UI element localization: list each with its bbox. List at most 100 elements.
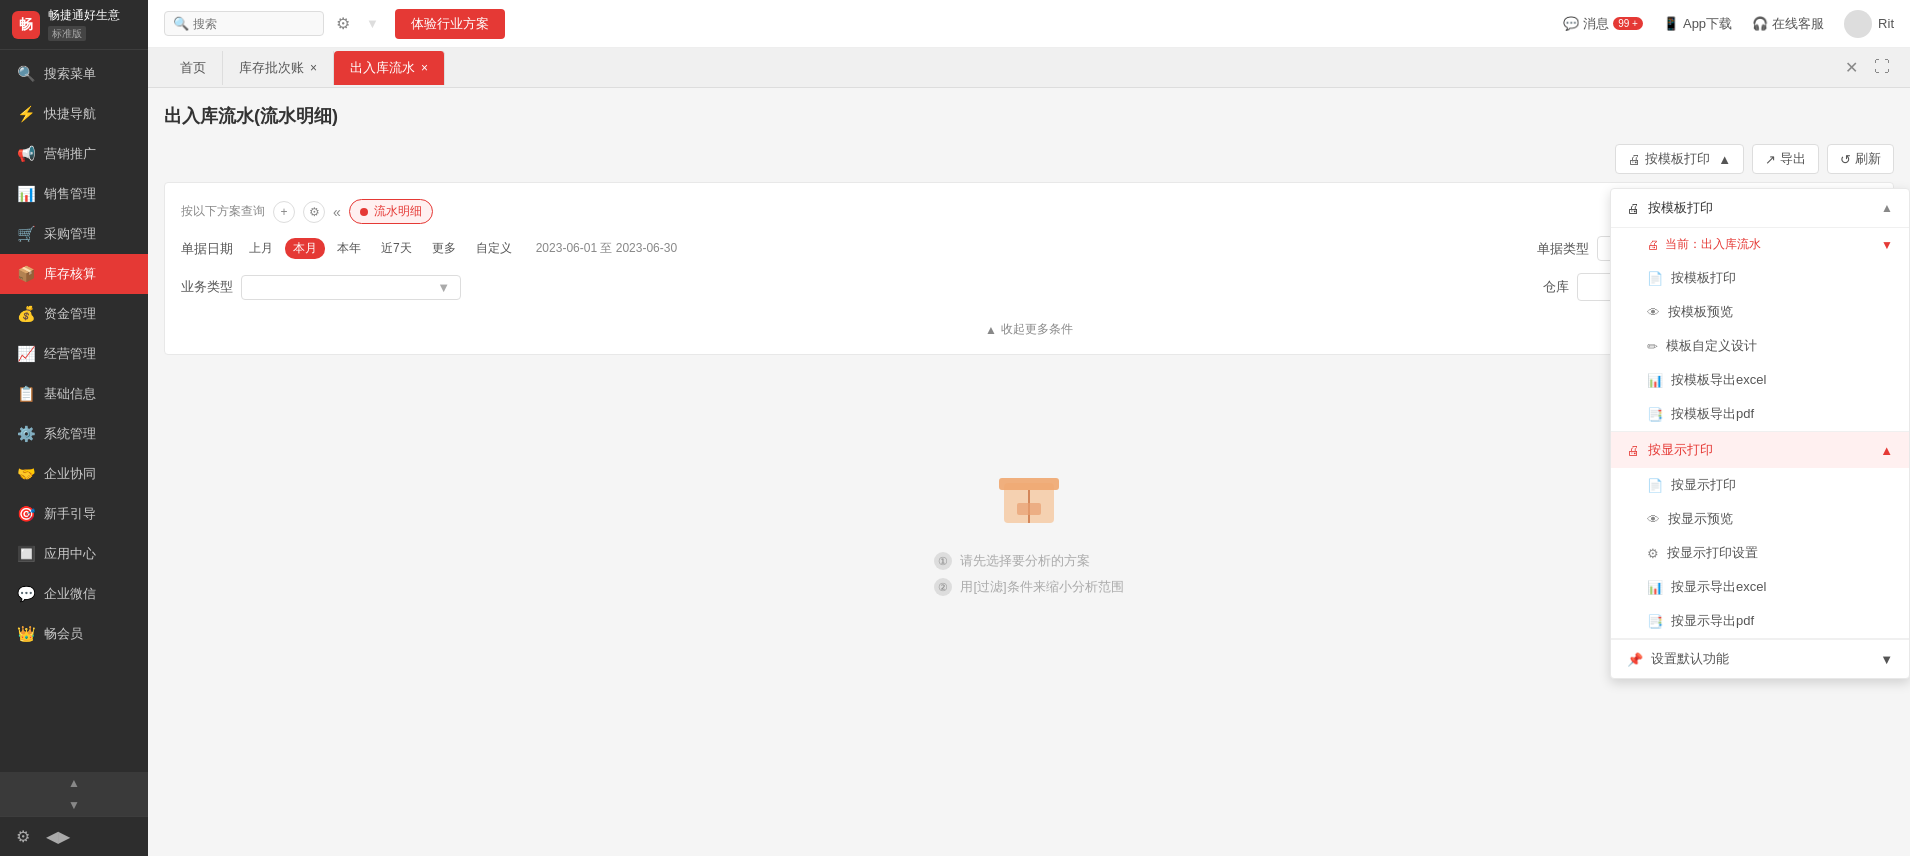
template-print-section: 📄 按模板打印 👁 按模板预览 ✏ 模板自定义设计 📊 按模板导出excel 📑	[1611, 261, 1909, 432]
filter-label: 按以下方案查询	[181, 203, 265, 220]
chevron-down-icon2: ▼	[437, 280, 450, 295]
sidebar-scroll-down[interactable]: ▼	[0, 794, 148, 816]
business-type-filter: 业务类型 ▼	[181, 275, 461, 300]
sidebar-item-quick-nav[interactable]: ⚡快捷导航	[0, 94, 148, 134]
dropdown-template-preview[interactable]: 👁 按模板预览	[1611, 295, 1909, 329]
gear-icon[interactable]: ⚙	[336, 14, 350, 33]
collapse-sidebar-icon[interactable]: ◀▶	[46, 827, 70, 846]
dropdown-display-export-pdf[interactable]: 📑 按显示导出pdf	[1611, 604, 1909, 638]
section-arrow-up: ▲	[1880, 443, 1893, 458]
date-range: 2023-06-01 至 2023-06-30	[536, 240, 677, 257]
sidebar-item-finance[interactable]: 💰资金管理	[0, 294, 148, 334]
tab-home[interactable]: 首页	[164, 51, 223, 85]
date-filter: 单据日期 上月本月本年近7天更多自定义 2023-06-01 至 2023-06…	[181, 238, 677, 259]
empty-illustration	[989, 453, 1069, 536]
close-all-tabs-icon[interactable]: ✕	[1841, 54, 1862, 81]
sidebar-item-member[interactable]: 👑畅会员	[0, 614, 148, 654]
main-area: 🔍 ⚙ ▼ 体验行业方案 💬 消息 99 + 📱 App下载 🎧 在线客服 Ri…	[148, 0, 1910, 856]
online-service-label: 在线客服	[1772, 15, 1824, 33]
sidebar-item-sales[interactable]: 📊 销售管理	[0, 174, 148, 214]
app-download-label: App下载	[1683, 15, 1732, 33]
app-download-btn[interactable]: 📱 App下载	[1663, 15, 1732, 33]
sidebar-item-label: 经营管理	[44, 345, 96, 363]
filter-tag[interactable]: 流水明细	[349, 199, 433, 224]
business-type-select[interactable]: ▼	[241, 275, 461, 300]
current-arrow: ▼	[1881, 238, 1893, 252]
maximize-icon[interactable]: ⛶	[1870, 54, 1894, 81]
template-print-button[interactable]: 🖨 按模板打印 ▲	[1615, 144, 1744, 174]
sidebar-item-label: 快捷导航	[44, 105, 96, 123]
online-service-btn[interactable]: 🎧 在线客服	[1752, 15, 1824, 33]
dropdown-template-print[interactable]: 📄 按模板打印	[1611, 261, 1909, 295]
header-right: 💬 消息 99 + 📱 App下载 🎧 在线客服 Rit	[1563, 10, 1894, 38]
date-option-本年[interactable]: 本年	[329, 238, 369, 259]
step-1-text: 请先选择要分析的方案	[960, 552, 1090, 570]
sidebar-scroll-up[interactable]: ▲	[0, 772, 148, 794]
display-preview-icon: 👁	[1647, 512, 1660, 527]
tab-batch-ledger[interactable]: 库存批次账 ×	[223, 51, 334, 85]
export-button[interactable]: ↗ 导出	[1752, 144, 1819, 174]
sidebar-item-label: 系统管理	[44, 425, 96, 443]
message-btn[interactable]: 💬 消息 99 +	[1563, 15, 1643, 33]
date-field-label: 单据日期	[181, 240, 233, 258]
dropdown-template-export-pdf[interactable]: 📑 按模板导出pdf	[1611, 397, 1909, 431]
sidebar-item-system[interactable]: ⚙️系统管理	[0, 414, 148, 454]
user-area[interactable]: Rit	[1844, 10, 1894, 38]
filter-settings-btn[interactable]: ⚙	[303, 201, 325, 223]
logo-text: 畅捷通好生意 标准版	[48, 8, 120, 41]
collapse-filter-btn[interactable]: «	[333, 204, 341, 220]
printer-icon: 🖨	[1628, 152, 1641, 167]
message-icon: 💬	[1563, 16, 1579, 31]
marketing-icon: 📢	[16, 144, 36, 164]
message-badge: 99 +	[1613, 17, 1643, 30]
trial-button[interactable]: 体验行业方案	[395, 9, 505, 39]
dropdown-display-print[interactable]: 📄 按显示打印	[1611, 468, 1909, 502]
dropdown-display-export-excel[interactable]: 📊 按显示导出excel	[1611, 570, 1909, 604]
sidebar-item-purchase[interactable]: 🛒采购管理	[0, 214, 148, 254]
dropdown-close-icon[interactable]: ▲	[1881, 201, 1893, 215]
sidebar-item-cooperation[interactable]: 🤝企业协同	[0, 454, 148, 494]
dropdown-template-customize[interactable]: ✏ 模板自定义设计	[1611, 329, 1909, 363]
sidebar-item-operations[interactable]: 📈经营管理	[0, 334, 148, 374]
display-print-section-header[interactable]: 🖨 按显示打印 ▲	[1611, 432, 1909, 468]
message-label: 消息	[1583, 15, 1609, 33]
pdf-icon: 📑	[1647, 407, 1663, 422]
add-filter-btn[interactable]: +	[273, 201, 295, 223]
dropdown-default-function[interactable]: 📌 设置默认功能 ▼	[1611, 639, 1909, 678]
date-option-本月[interactable]: 本月	[285, 238, 325, 259]
tab-bar: 首页库存批次账 × 出入库流水 × ✕ ⛶	[148, 48, 1910, 88]
doc-icon: 📄	[1647, 271, 1663, 286]
search-input[interactable]	[193, 17, 293, 31]
date-option-自定义[interactable]: 自定义	[468, 238, 520, 259]
sidebar-item-guide[interactable]: 🎯新手引导	[0, 494, 148, 534]
date-option-上月[interactable]: 上月	[241, 238, 281, 259]
sidebar-item-basic-info[interactable]: 📋基础信息	[0, 374, 148, 414]
tab-label: 出入库流水	[350, 59, 415, 77]
dropdown-header: 🖨 按模板打印 ▲	[1611, 189, 1909, 228]
wechat-icon: 💬	[16, 584, 36, 604]
tab-label: 库存批次账	[239, 59, 304, 77]
refresh-button[interactable]: ↺ 刷新	[1827, 144, 1894, 174]
tab-flow[interactable]: 出入库流水 ×	[334, 51, 445, 85]
dropdown-display-print-settings[interactable]: ⚙ 按显示打印设置	[1611, 536, 1909, 570]
tab-close-icon[interactable]: ×	[421, 61, 428, 75]
sidebar-item-marketing[interactable]: 📢营销推广	[0, 134, 148, 174]
tag-dot	[360, 208, 368, 216]
sidebar-item-label: 销售管理	[44, 185, 96, 203]
sidebar-item-app-center[interactable]: 🔲应用中心	[0, 534, 148, 574]
sidebar-item-inventory[interactable]: 📦库存核算	[0, 254, 148, 294]
current-label: 当前：出入库流水	[1665, 236, 1761, 253]
sidebar-item-wechat[interactable]: 💬企业微信	[0, 574, 148, 614]
sidebar-item-label: 应用中心	[44, 545, 96, 563]
basic-info-icon: 📋	[16, 384, 36, 404]
empty-step-1: ① 请先选择要分析的方案	[934, 552, 1123, 570]
date-option-近7天[interactable]: 近7天	[373, 238, 420, 259]
date-option-更多[interactable]: 更多	[424, 238, 464, 259]
sidebar-item-search[interactable]: 🔍搜索菜单	[0, 54, 148, 94]
dropdown-template-export-excel[interactable]: 📊 按模板导出excel	[1611, 363, 1909, 397]
header-search-box[interactable]: 🔍	[164, 11, 324, 36]
dropdown-display-preview[interactable]: 👁 按显示预览	[1611, 502, 1909, 536]
settings-icon[interactable]: ⚙	[16, 827, 30, 846]
tab-close-icon[interactable]: ×	[310, 61, 317, 75]
sales-icon: 📊	[16, 184, 36, 204]
